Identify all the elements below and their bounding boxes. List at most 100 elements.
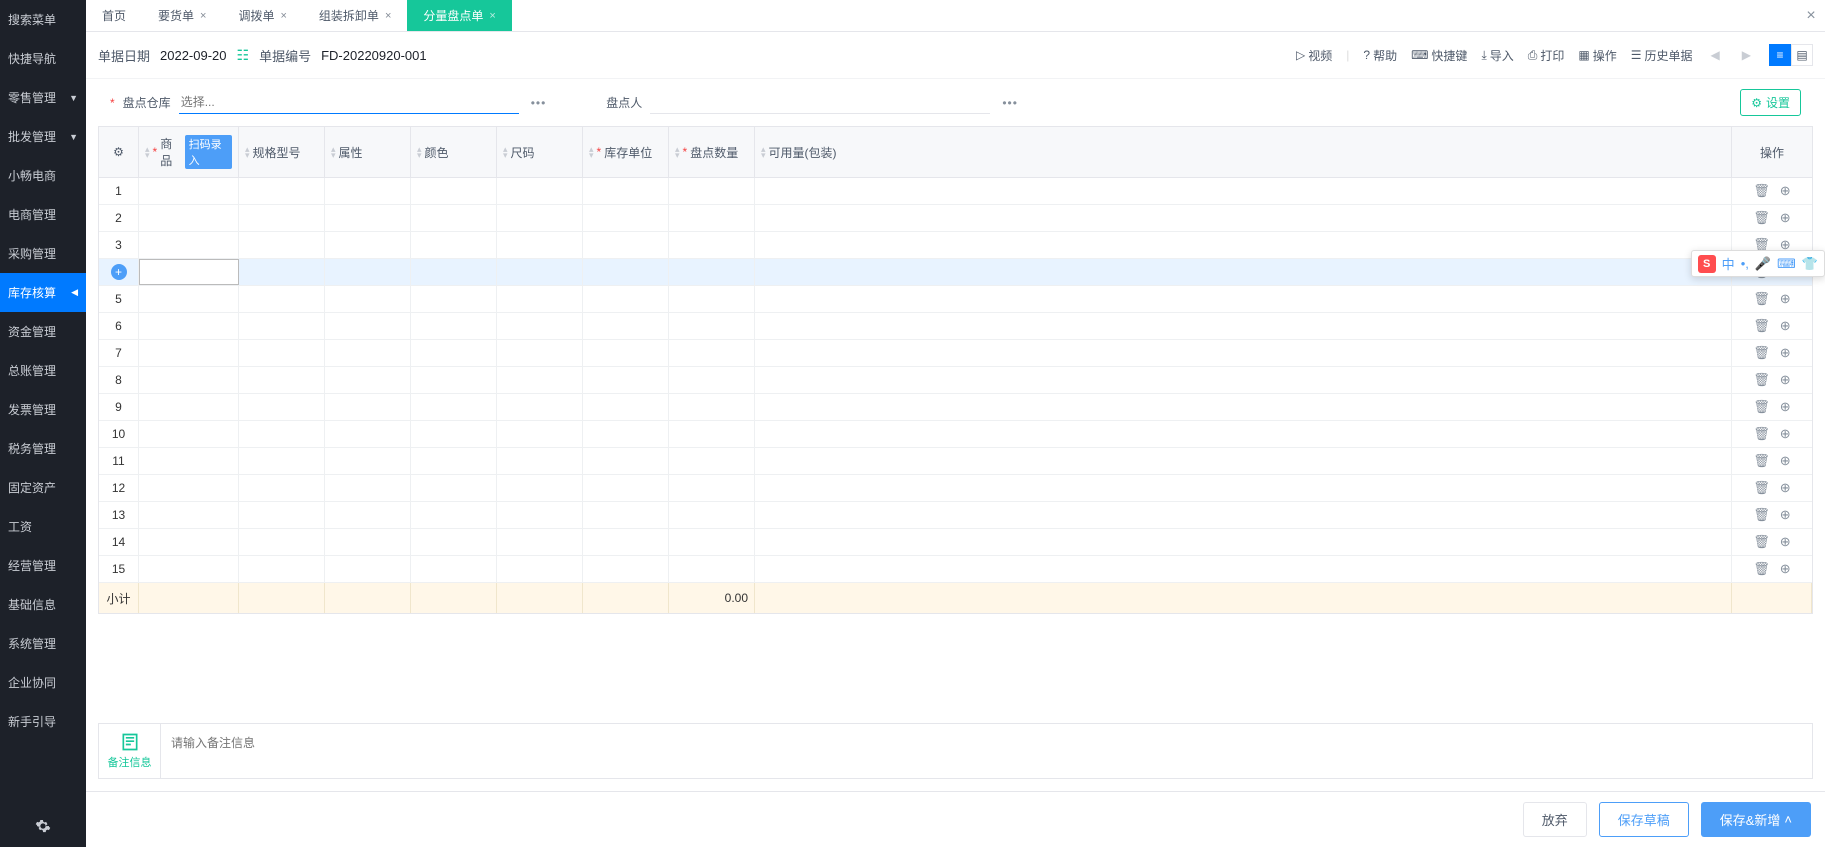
tab-0[interactable]: 首页 <box>86 0 142 31</box>
cell[interactable] <box>583 421 669 447</box>
col-size[interactable]: ▴▾尺码 <box>497 127 583 177</box>
cell[interactable] <box>325 178 411 204</box>
table-row[interactable]: 6🗑⊕ <box>99 313 1812 340</box>
cell[interactable] <box>411 205 497 231</box>
cell[interactable] <box>669 313 755 339</box>
close-all-tabs[interactable]: × <box>1797 7 1825 25</box>
copy-row-icon[interactable]: ⊕ <box>1780 480 1791 496</box>
cell[interactable] <box>139 367 239 393</box>
delete-row-icon[interactable]: 🗑 <box>1753 210 1770 226</box>
cell[interactable]: 8 <box>99 367 139 393</box>
cell[interactable] <box>497 313 583 339</box>
delete-row-icon[interactable]: 🗑 <box>1753 561 1770 577</box>
close-icon[interactable]: × <box>385 10 391 22</box>
cell[interactable] <box>755 448 1732 474</box>
sidebar-settings[interactable] <box>0 808 86 847</box>
cell[interactable] <box>139 556 239 582</box>
cell[interactable]: 3 <box>99 232 139 258</box>
warehouse-lookup[interactable]: ••• <box>527 96 551 110</box>
cell[interactable] <box>755 394 1732 420</box>
sidebar-item-15[interactable]: 基础信息 <box>0 585 86 624</box>
cell[interactable] <box>583 340 669 366</box>
cell[interactable] <box>325 367 411 393</box>
ime-punct-icon[interactable]: •, <box>1741 256 1749 271</box>
cell[interactable] <box>755 313 1732 339</box>
delete-row-icon[interactable]: 🗑 <box>1753 399 1770 415</box>
cell[interactable] <box>583 475 669 501</box>
cell[interactable] <box>411 394 497 420</box>
help-link[interactable]: ?帮助 <box>1363 47 1397 64</box>
cell[interactable] <box>497 259 583 285</box>
save-new-button[interactable]: 保存&新增˄ <box>1701 802 1811 837</box>
import-link[interactable]: ⤓导入 <box>1481 47 1513 64</box>
sidebar-item-16[interactable]: 系统管理 <box>0 624 86 663</box>
cell[interactable] <box>669 448 755 474</box>
copy-row-icon[interactable]: ⊕ <box>1780 426 1791 442</box>
cell[interactable] <box>583 178 669 204</box>
save-draft-button[interactable]: 保存草稿 <box>1599 802 1689 837</box>
cell[interactable] <box>239 205 325 231</box>
cell[interactable] <box>583 556 669 582</box>
cell[interactable] <box>239 529 325 555</box>
cell[interactable] <box>669 340 755 366</box>
cell[interactable] <box>669 286 755 312</box>
discard-button[interactable]: 放弃 <box>1523 802 1587 837</box>
cell[interactable] <box>411 178 497 204</box>
col-qty[interactable]: ▴▾*盘点数量 <box>669 127 755 177</box>
cell[interactable] <box>497 340 583 366</box>
sidebar-item-12[interactable]: 固定资产 <box>0 468 86 507</box>
cell[interactable] <box>411 502 497 528</box>
cell[interactable] <box>497 529 583 555</box>
cell[interactable] <box>755 259 1732 285</box>
cell[interactable] <box>325 232 411 258</box>
counter-lookup[interactable]: ••• <box>998 96 1022 110</box>
col-attr[interactable]: ▴▾属性 <box>325 127 411 177</box>
tab-4[interactable]: 分量盘点单× <box>407 0 511 31</box>
cell[interactable]: 13 <box>99 502 139 528</box>
delete-row-icon[interactable]: 🗑 <box>1753 507 1770 523</box>
cell[interactable] <box>583 448 669 474</box>
sidebar-item-4[interactable]: 小畅电商 <box>0 156 86 195</box>
copy-row-icon[interactable]: ⊕ <box>1780 507 1791 523</box>
cell[interactable] <box>755 502 1732 528</box>
print-link[interactable]: ⎙打印 <box>1528 47 1565 64</box>
cell[interactable] <box>497 556 583 582</box>
table-row[interactable]: 9🗑⊕ <box>99 394 1812 421</box>
cell[interactable] <box>139 259 239 285</box>
cell[interactable]: 14 <box>99 529 139 555</box>
cell[interactable] <box>411 259 497 285</box>
cell[interactable] <box>139 286 239 312</box>
cell[interactable] <box>239 340 325 366</box>
cell[interactable] <box>139 178 239 204</box>
table-row[interactable]: 1🗑⊕ <box>99 178 1812 205</box>
cell[interactable] <box>497 286 583 312</box>
cell[interactable] <box>139 502 239 528</box>
delete-row-icon[interactable]: 🗑 <box>1753 345 1770 361</box>
cell[interactable] <box>669 178 755 204</box>
sidebar-item-18[interactable]: 新手引导 <box>0 702 86 741</box>
cell[interactable] <box>755 178 1732 204</box>
cell[interactable] <box>139 475 239 501</box>
date-value[interactable]: 2022-09-20 <box>160 48 227 63</box>
table-row[interactable]: 10🗑⊕ <box>99 421 1812 448</box>
cell[interactable] <box>497 502 583 528</box>
cell[interactable] <box>497 178 583 204</box>
col-spec[interactable]: ▴▾规格型号 <box>239 127 325 177</box>
cell[interactable] <box>583 232 669 258</box>
cell[interactable] <box>325 556 411 582</box>
cell[interactable] <box>325 259 411 285</box>
view-list[interactable]: ≡ <box>1769 44 1791 66</box>
col-product[interactable]: ▴▾*商品扫码录入 <box>139 127 239 177</box>
cell[interactable] <box>325 286 411 312</box>
copy-row-icon[interactable]: ⊕ <box>1780 372 1791 388</box>
cell[interactable] <box>239 394 325 420</box>
add-row-icon[interactable]: + <box>111 264 127 280</box>
col-unit[interactable]: ▴▾*库存单位 <box>583 127 669 177</box>
cell[interactable] <box>669 367 755 393</box>
view-grid[interactable]: ▤ <box>1791 44 1813 66</box>
delete-row-icon[interactable]: 🗑 <box>1753 372 1770 388</box>
cell[interactable] <box>139 529 239 555</box>
cell[interactable] <box>669 205 755 231</box>
cell[interactable] <box>325 340 411 366</box>
table-row[interactable]: 8 🗑 ⊕ <box>99 367 1812 394</box>
